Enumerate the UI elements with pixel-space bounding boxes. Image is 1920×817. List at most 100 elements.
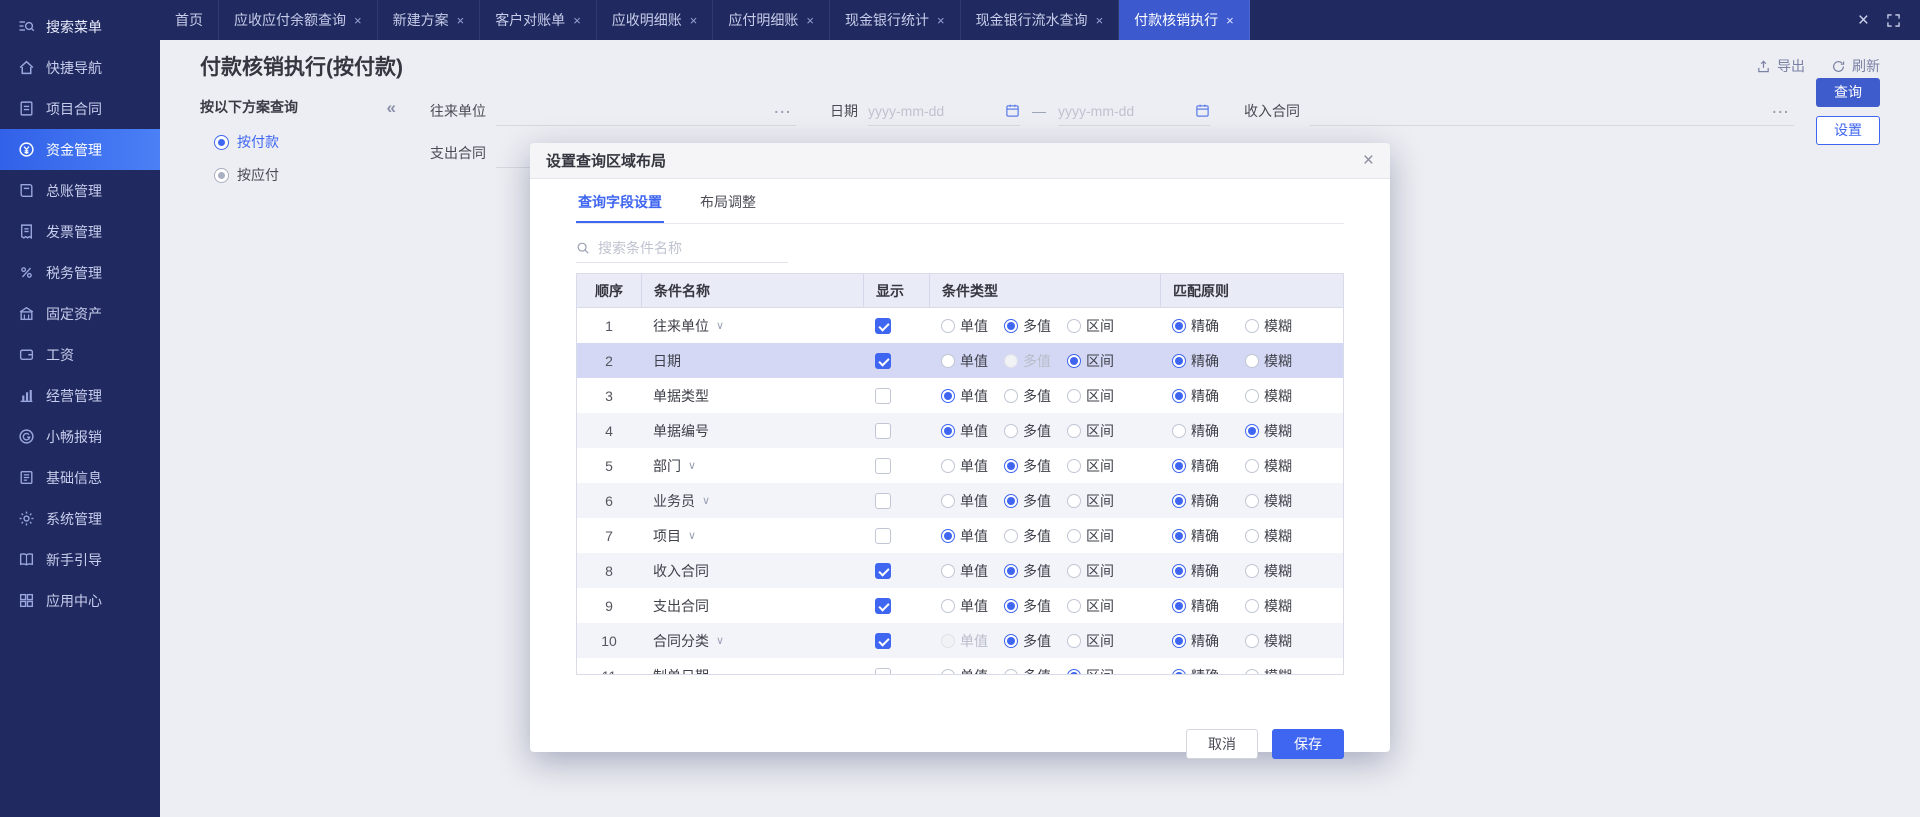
sidebar-item-xiaochang-expense[interactable]: 小畅报销 bbox=[0, 416, 160, 457]
type-radio-multi[interactable]: 多值 bbox=[1004, 561, 1051, 581]
calendar-icon[interactable] bbox=[1195, 103, 1210, 118]
collapse-panel-icon[interactable]: « bbox=[387, 99, 412, 116]
show-checkbox[interactable] bbox=[875, 457, 891, 474]
type-radio-multi[interactable]: 多值 bbox=[1004, 351, 1051, 371]
sidebar-item-salary[interactable]: 工资 bbox=[0, 334, 160, 375]
match-radio-exact[interactable]: 精确 bbox=[1172, 526, 1219, 546]
match-radio-fuzzy[interactable]: 模糊 bbox=[1245, 421, 1292, 441]
tab-close-icon[interactable]: × bbox=[806, 13, 814, 28]
type-radio-single[interactable]: 单值 bbox=[941, 456, 988, 476]
tab-receivable-payable-balance[interactable]: 应收应付余额查询 × bbox=[219, 0, 378, 40]
match-radio-exact[interactable]: 精确 bbox=[1172, 386, 1219, 406]
tab-query-field-settings[interactable]: 查询字段设置 bbox=[576, 181, 664, 223]
date-from-input[interactable] bbox=[868, 102, 1005, 119]
match-radio-exact[interactable]: 精确 bbox=[1172, 561, 1219, 581]
type-radio-range[interactable]: 区间 bbox=[1067, 666, 1114, 674]
match-radio-fuzzy[interactable]: 模糊 bbox=[1245, 491, 1292, 511]
chevron-down-icon[interactable]: ∨ bbox=[688, 459, 696, 472]
tab-cash-bank-flow[interactable]: 现金银行流水查询 × bbox=[961, 0, 1120, 40]
save-button[interactable]: 保存 bbox=[1272, 729, 1344, 759]
sidebar-search-menu[interactable]: 搜索菜单 bbox=[0, 6, 160, 47]
type-radio-single[interactable]: 单值 bbox=[941, 666, 988, 674]
type-radio-multi[interactable]: 多值 bbox=[1004, 631, 1051, 651]
tab-close-icon[interactable]: × bbox=[354, 13, 362, 28]
type-radio-range[interactable]: 区间 bbox=[1067, 596, 1114, 616]
show-checkbox[interactable] bbox=[875, 422, 891, 439]
income-contract-input[interactable] bbox=[1310, 102, 1769, 119]
sidebar-item-ledger-management[interactable]: 总账管理 bbox=[0, 170, 160, 211]
show-checkbox[interactable] bbox=[875, 492, 891, 509]
type-radio-single[interactable]: 单值 bbox=[941, 561, 988, 581]
fullscreen-icon[interactable] bbox=[1887, 13, 1900, 27]
partner-picker-button[interactable]: ... bbox=[770, 100, 796, 122]
match-radio-fuzzy[interactable]: 模糊 bbox=[1245, 596, 1292, 616]
sidebar-item-system-management[interactable]: 系统管理 bbox=[0, 498, 160, 539]
tab-payment-writeoff[interactable]: 付款核销执行 × bbox=[1119, 0, 1250, 40]
match-radio-fuzzy[interactable]: 模糊 bbox=[1245, 631, 1292, 651]
settings-button[interactable]: 设置 bbox=[1816, 115, 1880, 145]
sidebar-item-quick-nav[interactable]: 快捷导航 bbox=[0, 47, 160, 88]
type-radio-single[interactable]: 单值 bbox=[941, 421, 988, 441]
match-radio-exact[interactable]: 精确 bbox=[1172, 596, 1219, 616]
tab-close-icon[interactable]: × bbox=[1226, 13, 1234, 28]
field-row-9[interactable]: 9 支出合同 单值 多值 区间 精确 模糊 bbox=[577, 588, 1343, 623]
show-checkbox[interactable] bbox=[875, 387, 891, 404]
field-row-7[interactable]: 7 项目 ∨ 单值 多值 区间 精确 模糊 bbox=[577, 518, 1343, 553]
show-checkbox[interactable] bbox=[875, 597, 891, 614]
type-radio-multi[interactable]: 多值 bbox=[1004, 666, 1051, 674]
match-radio-fuzzy[interactable]: 模糊 bbox=[1245, 456, 1292, 476]
window-close-icon[interactable]: × bbox=[1858, 11, 1869, 30]
field-row-8[interactable]: 8 收入合同 单值 多值 区间 精确 模糊 bbox=[577, 553, 1343, 588]
match-radio-exact[interactable]: 精确 bbox=[1172, 631, 1219, 651]
tab-close-icon[interactable]: × bbox=[457, 13, 465, 28]
type-radio-multi[interactable]: 多值 bbox=[1004, 526, 1051, 546]
match-radio-fuzzy[interactable]: 模糊 bbox=[1245, 561, 1292, 581]
type-radio-multi[interactable]: 多值 bbox=[1004, 421, 1051, 441]
tab-customer-statement[interactable]: 客户对账单 × bbox=[480, 0, 597, 40]
type-radio-range[interactable]: 区间 bbox=[1067, 526, 1114, 546]
field-row-1[interactable]: 1 往来单位 ∨ 单值 多值 区间 精确 模糊 bbox=[577, 308, 1343, 343]
show-checkbox[interactable] bbox=[875, 317, 891, 334]
cancel-button[interactable]: 取消 bbox=[1186, 729, 1258, 759]
scheme-option-by-payment[interactable]: 按付款 bbox=[214, 132, 412, 152]
tab-close-icon[interactable]: × bbox=[690, 13, 698, 28]
match-radio-fuzzy[interactable]: 模糊 bbox=[1245, 351, 1292, 371]
date-to-input[interactable] bbox=[1058, 102, 1195, 119]
scheme-option-by-payable[interactable]: 按应付 bbox=[214, 165, 412, 185]
match-radio-exact[interactable]: 精确 bbox=[1172, 351, 1219, 371]
field-row-5[interactable]: 5 部门 ∨ 单值 多值 区间 精确 模糊 bbox=[577, 448, 1343, 483]
chevron-down-icon[interactable]: ∨ bbox=[716, 634, 724, 647]
type-radio-multi[interactable]: 多值 bbox=[1004, 491, 1051, 511]
chevron-down-icon[interactable]: ∨ bbox=[702, 494, 710, 507]
match-radio-exact[interactable]: 精确 bbox=[1172, 456, 1219, 476]
match-radio-exact[interactable]: 精确 bbox=[1172, 666, 1219, 674]
type-radio-single[interactable]: 单值 bbox=[941, 351, 988, 371]
match-radio-exact[interactable]: 精确 bbox=[1172, 421, 1219, 441]
field-row-11[interactable]: 11制单日期 单值 多值 区间 精确 模糊 bbox=[577, 658, 1343, 674]
type-radio-range[interactable]: 区间 bbox=[1067, 456, 1114, 476]
match-radio-exact[interactable]: 精确 bbox=[1172, 316, 1219, 336]
tab-close-icon[interactable]: × bbox=[573, 13, 581, 28]
sidebar-item-basic-info[interactable]: 基础信息 bbox=[0, 457, 160, 498]
match-radio-fuzzy[interactable]: 模糊 bbox=[1245, 316, 1292, 336]
match-radio-fuzzy[interactable]: 模糊 bbox=[1245, 666, 1292, 674]
tab-receivable-detail[interactable]: 应收明细账 × bbox=[597, 0, 714, 40]
export-button[interactable]: 导出 bbox=[1756, 56, 1805, 76]
type-radio-range[interactable]: 区间 bbox=[1067, 491, 1114, 511]
field-row-3[interactable]: 3 单据类型 单值 多值 区间 精确 模糊 bbox=[577, 378, 1343, 413]
income-contract-picker-button[interactable]: ... bbox=[1768, 100, 1794, 122]
field-row-2[interactable]: 2 日期 单值 多值 区间 精确 模糊 bbox=[577, 343, 1343, 378]
type-radio-range[interactable]: 区间 bbox=[1067, 631, 1114, 651]
type-radio-multi[interactable]: 多值 bbox=[1004, 386, 1051, 406]
sidebar-item-app-center[interactable]: 应用中心 bbox=[0, 580, 160, 621]
match-radio-exact[interactable]: 精确 bbox=[1172, 491, 1219, 511]
condition-search-input[interactable] bbox=[598, 239, 788, 256]
tab-cash-bank-stats[interactable]: 现金银行统计 × bbox=[830, 0, 961, 40]
show-checkbox[interactable] bbox=[875, 527, 891, 544]
type-radio-range[interactable]: 区间 bbox=[1067, 421, 1114, 441]
calendar-icon[interactable] bbox=[1005, 103, 1020, 118]
sidebar-item-newbie-guide[interactable]: 新手引导 bbox=[0, 539, 160, 580]
chevron-down-icon[interactable]: ∨ bbox=[716, 319, 724, 332]
query-button[interactable]: 查询 bbox=[1816, 77, 1880, 107]
type-radio-single[interactable]: 单值 bbox=[941, 526, 988, 546]
